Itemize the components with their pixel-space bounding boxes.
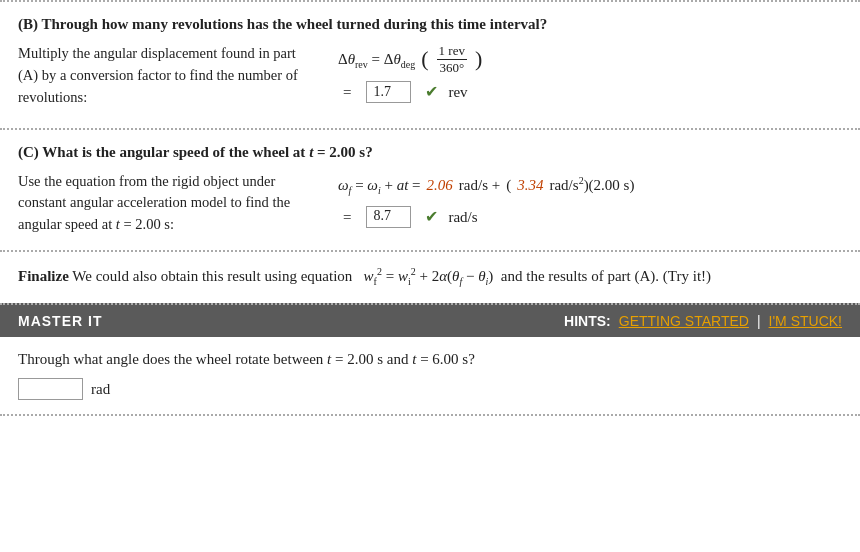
- master-it-bar: MASTER IT HINTS: GETTING STARTED | I'M S…: [0, 303, 860, 337]
- equals-c: =: [343, 203, 351, 232]
- bottom-question-text: Through what angle does the wheel rotate…: [18, 351, 842, 368]
- formula-c-line2: = 8.7 ✔ rad/s: [338, 202, 842, 232]
- finalize-equation: wf2 = wi2 + 2α(θf − θi): [364, 268, 498, 284]
- open-paren: (: [421, 48, 428, 70]
- fraction-1rev-360: 1 rev 360°: [437, 43, 467, 75]
- formula-b-line2: = 1.7 ✔ rev: [338, 77, 842, 107]
- formula-c-lhs: ωf = ωi + at =: [338, 171, 421, 200]
- section-c-formula: ωf = ωi + at = 2.06 rad/s + ( 3.34 rad/s…: [308, 171, 842, 234]
- getting-started-link[interactable]: GETTING STARTED: [619, 313, 749, 329]
- question-c: (C) What is the angular speed of the whe…: [18, 144, 842, 161]
- answer-c-box[interactable]: 8.7: [366, 206, 411, 228]
- section-b: (B) Through how many revolutions has the…: [0, 0, 860, 128]
- hints-area: HINTS: GETTING STARTED | I'M STUCK!: [564, 313, 842, 329]
- formula-b-line1: Δθrev = Δθdeg ( 1 rev 360° ): [338, 43, 842, 75]
- close-paren: ): [475, 48, 482, 70]
- finalize-label: Finalize: [18, 268, 69, 284]
- formula-b-lhs: Δθrev = Δθdeg: [338, 45, 415, 74]
- unit-rads1: rad/s +: [459, 171, 500, 200]
- finalize-section: Finalize We could also obtain this resul…: [0, 250, 860, 304]
- val-alpha: 3.34: [517, 171, 543, 200]
- hints-label: HINTS:: [564, 313, 611, 329]
- hints-divider: |: [757, 313, 761, 329]
- formula-c-line1: ωf = ωi + at = 2.06 rad/s + ( 3.34 rad/s…: [338, 171, 842, 200]
- master-it-label[interactable]: MASTER IT: [18, 313, 102, 329]
- im-stuck-link[interactable]: I'M STUCK!: [769, 313, 842, 329]
- bottom-section: Through what angle does the wheel rotate…: [0, 337, 860, 416]
- section-b-left-text: Multiply the angular displacement found …: [18, 43, 308, 108]
- section-b-formula: Δθrev = Δθdeg ( 1 rev 360° ) = 1.7 ✔ rev: [308, 43, 842, 110]
- section-c-content: Use the equation from the rigid object u…: [18, 171, 842, 236]
- open-paren-c: (: [506, 171, 511, 200]
- question-b: (B) Through how many revolutions has the…: [18, 16, 842, 33]
- val-omega-i: 2.06: [427, 171, 453, 200]
- section-c-left-text: Use the equation from the rigid object u…: [18, 171, 308, 236]
- unit-c-rads: rad/s: [448, 203, 477, 232]
- section-b-content: Multiply the angular displacement found …: [18, 43, 842, 110]
- bottom-unit: rad: [91, 381, 110, 398]
- unit-b-rev: rev: [448, 78, 467, 107]
- finalize-text: Finalize We could also obtain this resul…: [18, 264, 842, 290]
- answer-b-box[interactable]: 1.7: [366, 81, 411, 103]
- check-icon-c: ✔: [425, 202, 438, 232]
- equals-b: =: [343, 78, 351, 107]
- bottom-answer-input[interactable]: [18, 378, 83, 400]
- section-c: (C) What is the angular speed of the whe…: [0, 128, 860, 250]
- bottom-input-row: rad: [18, 378, 842, 400]
- check-icon-b: ✔: [425, 77, 438, 107]
- unit-rads2: rad/s2)(2.00 s): [549, 171, 634, 200]
